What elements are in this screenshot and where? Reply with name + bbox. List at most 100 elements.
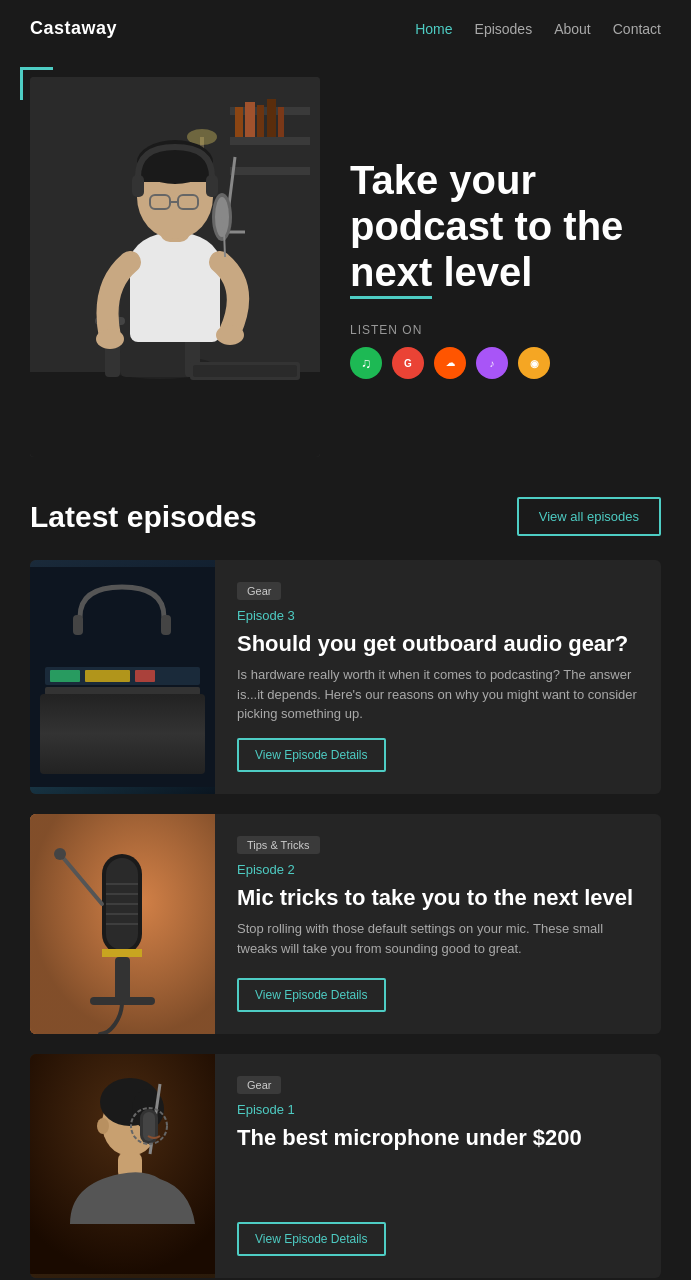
- episode-1-number: Episode 1: [237, 1102, 639, 1117]
- svg-rect-54: [155, 719, 165, 727]
- episode-2-thumbnail: [30, 814, 215, 1034]
- svg-rect-19: [193, 365, 297, 377]
- episode-2-content: Tips & Tricks Episode 2 Mic tricks to ta…: [215, 814, 661, 1034]
- navbar: Castaway Home Episodes About Contact: [0, 0, 691, 57]
- svg-point-87: [97, 1118, 109, 1134]
- episode-3-title: Should you get outboard audio gear?: [237, 631, 639, 657]
- svg-rect-44: [98, 697, 102, 747]
- episode-card-3: Gear Episode 3 Should you get outboard a…: [30, 560, 661, 794]
- mic-illustration: [30, 814, 215, 1034]
- svg-rect-21: [130, 262, 220, 342]
- hero-image: [30, 77, 320, 457]
- svg-rect-32: [206, 175, 218, 197]
- svg-rect-8: [278, 107, 284, 137]
- person-mic-illustration: [30, 1054, 215, 1274]
- episode-1-thumbnail: [30, 1054, 215, 1278]
- view-all-episodes-button[interactable]: View all episodes: [517, 497, 661, 536]
- episode-1-desc: [237, 1159, 639, 1208]
- svg-rect-43: [78, 697, 82, 747]
- svg-rect-65: [50, 670, 80, 682]
- svg-rect-2: [230, 137, 310, 145]
- hero-title-line2: podcast to the: [350, 204, 623, 248]
- svg-point-81: [54, 848, 66, 860]
- spotify-icon[interactable]: ♫: [350, 347, 382, 379]
- svg-rect-51: [95, 707, 105, 715]
- svg-rect-11: [30, 372, 320, 457]
- svg-rect-46: [138, 697, 142, 747]
- hero-section: Take your podcast to the next level List…: [0, 57, 691, 497]
- svg-rect-62: [157, 755, 169, 763]
- svg-rect-6: [257, 105, 264, 137]
- rss-icon[interactable]: ◉: [518, 347, 550, 379]
- svg-rect-27: [137, 162, 213, 182]
- episode-2-desc: Stop rolling with those default settings…: [237, 919, 639, 964]
- svg-rect-49: [55, 712, 65, 720]
- svg-rect-61: [140, 755, 152, 763]
- episode-3-view-button[interactable]: View Episode Details: [237, 738, 386, 772]
- nav-links: Home Episodes About Contact: [415, 20, 661, 38]
- nav-about[interactable]: About: [554, 21, 591, 37]
- svg-rect-58: [89, 755, 101, 763]
- svg-rect-38: [73, 615, 83, 635]
- svg-rect-56: [55, 755, 67, 763]
- soundcloud-icon[interactable]: ☁: [434, 347, 466, 379]
- hero-title-line1: Take your: [350, 158, 536, 202]
- episode-3-thumbnail: [30, 560, 215, 794]
- episode-1-tag: Gear: [237, 1076, 281, 1094]
- nav-episodes[interactable]: Episodes: [475, 21, 533, 37]
- nav-contact[interactable]: Contact: [613, 21, 661, 37]
- svg-rect-60: [123, 755, 135, 763]
- episode-3-number: Episode 3: [237, 608, 639, 623]
- hero-image-wrap: [30, 77, 320, 457]
- svg-rect-39: [161, 615, 171, 635]
- hero-title-highlight: next: [350, 250, 432, 299]
- hero-text: Take your podcast to the next level List…: [350, 77, 661, 379]
- hero-illustration: [30, 77, 320, 457]
- episode-1-title: The best microphone under $200: [237, 1125, 639, 1151]
- platform-icons: ♫ G ☁ ♪ ◉: [350, 347, 661, 379]
- svg-rect-59: [106, 755, 118, 763]
- svg-rect-66: [85, 670, 130, 682]
- episode-3-content: Gear Episode 3 Should you get outboard a…: [215, 560, 661, 794]
- svg-rect-48: [178, 697, 182, 747]
- episode-1-view-button[interactable]: View Episode Details: [237, 1222, 386, 1256]
- episode-2-tag: Tips & Tricks: [237, 836, 320, 854]
- episode-2-title: Mic tricks to take you to the next level: [237, 885, 639, 911]
- episodes-section: Latest episodes View all episodes: [0, 497, 691, 1280]
- svg-rect-50: [75, 722, 85, 730]
- episode-2-view-button[interactable]: View Episode Details: [237, 978, 386, 1012]
- svg-rect-31: [132, 175, 144, 197]
- svg-rect-67: [135, 670, 155, 682]
- episodes-header: Latest episodes View all episodes: [30, 497, 661, 536]
- hero-title-bold: level: [443, 250, 532, 294]
- svg-rect-3: [230, 167, 310, 175]
- svg-rect-77: [102, 949, 142, 957]
- google-podcasts-icon[interactable]: G: [392, 347, 424, 379]
- site-logo: Castaway: [30, 18, 117, 39]
- episode-1-content: Gear Episode 1 The best microphone under…: [215, 1054, 661, 1278]
- mixer-illustration: [30, 567, 215, 787]
- episodes-section-title: Latest episodes: [30, 500, 257, 534]
- svg-rect-42: [58, 697, 62, 747]
- svg-rect-4: [235, 107, 243, 137]
- episode-card-1: Gear Episode 1 The best microphone under…: [30, 1054, 661, 1278]
- svg-rect-5: [245, 102, 255, 137]
- listen-on-label: Listen on: [350, 323, 661, 337]
- apple-podcasts-icon[interactable]: ♪: [476, 347, 508, 379]
- episode-card-2: Tips & Tricks Episode 2 Mic tricks to ta…: [30, 814, 661, 1034]
- nav-home[interactable]: Home: [415, 21, 452, 37]
- svg-rect-57: [72, 755, 84, 763]
- svg-rect-78: [115, 957, 130, 1002]
- svg-rect-40: [45, 687, 200, 767]
- svg-rect-53: [135, 715, 145, 723]
- svg-rect-55: [175, 711, 185, 719]
- svg-rect-47: [158, 697, 162, 747]
- svg-point-22: [96, 329, 124, 349]
- svg-rect-41: [45, 687, 200, 695]
- svg-rect-63: [174, 755, 186, 763]
- svg-rect-52: [115, 727, 125, 735]
- svg-point-23: [216, 325, 244, 345]
- hero-title: Take your podcast to the next level: [350, 157, 661, 295]
- svg-rect-7: [267, 99, 276, 137]
- episode-3-tag: Gear: [237, 582, 281, 600]
